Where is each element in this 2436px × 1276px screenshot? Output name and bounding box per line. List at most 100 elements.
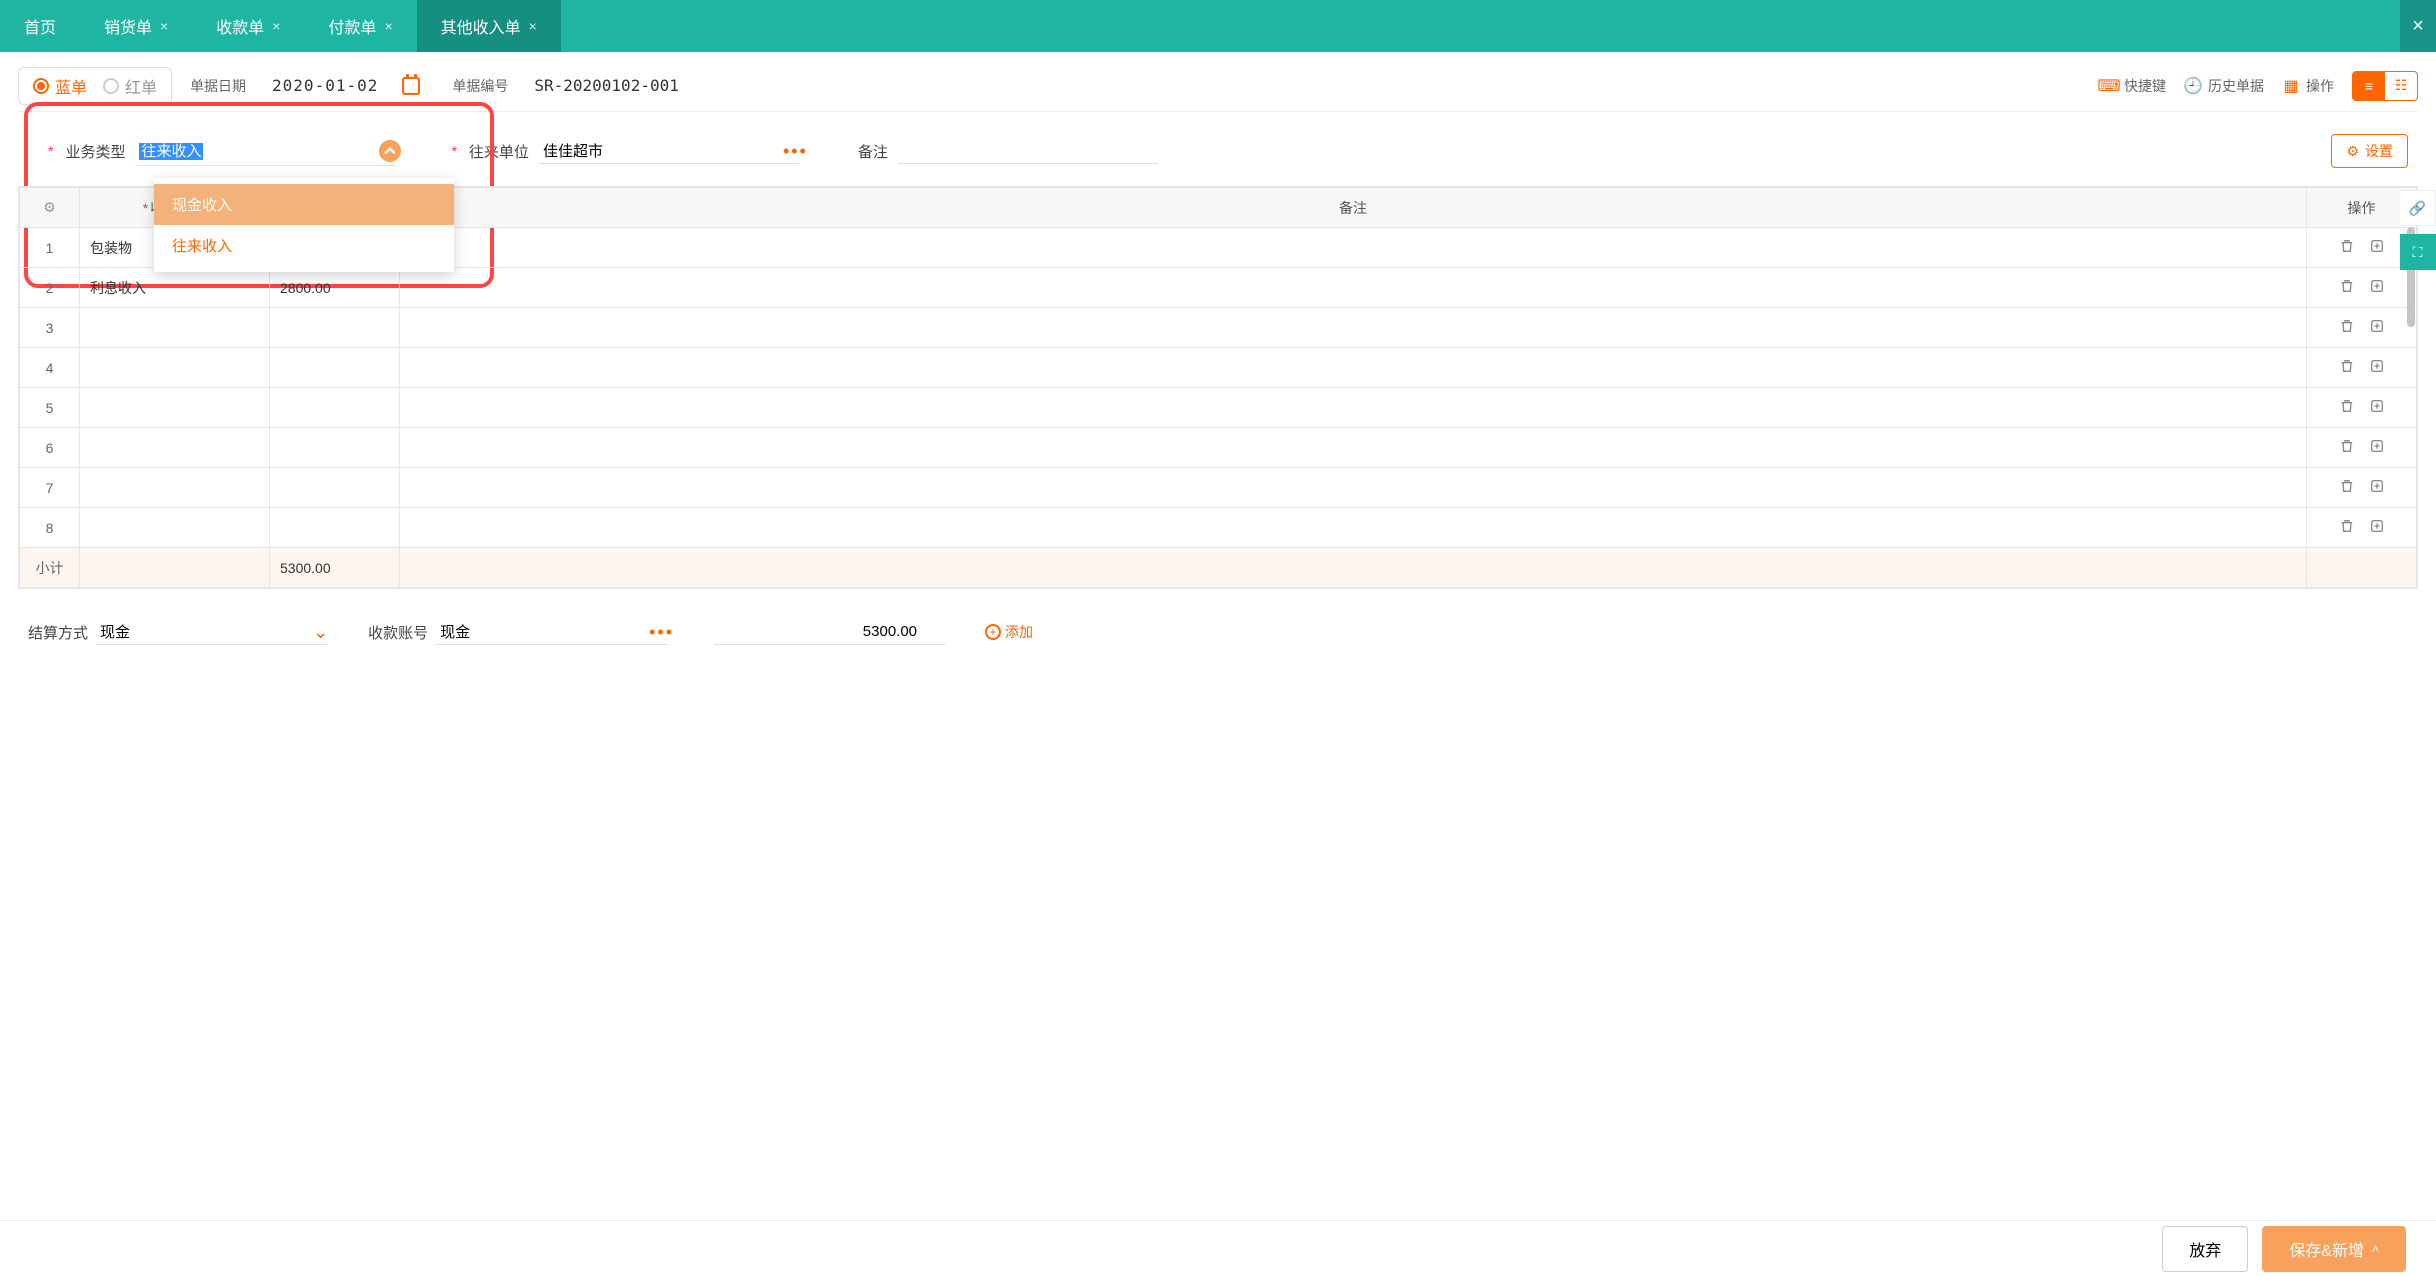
row-index: 1: [20, 228, 80, 268]
settle-amount-input[interactable]: [714, 619, 945, 645]
row-delete-button[interactable]: [2339, 518, 2355, 537]
cell-amount[interactable]: [270, 348, 400, 388]
settle-method-label: 结算方式: [28, 622, 88, 643]
row-add-button[interactable]: [2369, 318, 2385, 337]
row-delete-button[interactable]: [2339, 238, 2355, 257]
view-list-button[interactable]: ≡: [2353, 72, 2385, 100]
row-index: 7: [20, 468, 80, 508]
remark-field: 备注: [858, 138, 1158, 164]
close-icon[interactable]: ×: [160, 18, 168, 34]
row-index: 5: [20, 388, 80, 428]
biz-type-label: 业务类型: [65, 141, 125, 162]
row-add-button[interactable]: [2369, 278, 2385, 297]
cell-remark[interactable]: [400, 268, 2307, 308]
settle-account-input[interactable]: [436, 619, 667, 645]
calendar-icon[interactable]: [402, 77, 420, 95]
row-delete-button[interactable]: [2339, 438, 2355, 457]
panel-close-button[interactable]: ×: [2400, 0, 2436, 52]
cell-income-cat[interactable]: [80, 468, 270, 508]
row-add-button[interactable]: [2369, 398, 2385, 417]
row-delete-button[interactable]: [2339, 318, 2355, 337]
grid-icon: ▦: [2282, 77, 2300, 95]
save-and-new-button[interactable]: 保存&新增˄: [2262, 1226, 2406, 1272]
history-icon: 🕘: [2184, 77, 2202, 95]
cell-amount[interactable]: 2800.00: [270, 268, 400, 308]
cell-remark[interactable]: [400, 308, 2307, 348]
tab-receipt[interactable]: 收款单×: [192, 0, 304, 52]
settle-method-input[interactable]: [96, 619, 327, 645]
date-value[interactable]: 2020-01-02: [272, 76, 378, 95]
row-add-button[interactable]: [2369, 238, 2385, 257]
cell-amount[interactable]: [270, 388, 400, 428]
cell-amount[interactable]: [270, 428, 400, 468]
row-delete-button[interactable]: [2339, 398, 2355, 417]
ops-button[interactable]: ▦操作: [2282, 76, 2334, 96]
history-button[interactable]: 🕘历史单据: [2184, 76, 2264, 96]
row-add-button[interactable]: [2369, 438, 2385, 457]
radio-blue[interactable]: 蓝单: [33, 74, 87, 98]
cell-remark[interactable]: [400, 468, 2307, 508]
lookup-icon[interactable]: •••: [783, 141, 808, 162]
radio-red[interactable]: 红单: [103, 74, 157, 98]
remark-label: 备注: [858, 141, 888, 162]
remark-input[interactable]: [898, 138, 1158, 164]
cell-amount[interactable]: [270, 468, 400, 508]
keyboard-icon: ⌨: [2100, 77, 2118, 95]
tab-sales-order[interactable]: 销货单×: [80, 0, 192, 52]
side-rail: 🔗 ⛶: [2400, 190, 2436, 270]
biz-type-input[interactable]: 往来收入: [135, 136, 395, 166]
col-config[interactable]: ⚙: [20, 188, 80, 228]
cell-remark[interactable]: [400, 228, 2307, 268]
close-icon[interactable]: ×: [529, 18, 537, 34]
cell-amount[interactable]: [270, 508, 400, 548]
party-input[interactable]: [539, 138, 799, 164]
cell-income-cat[interactable]: 利息收入: [80, 268, 270, 308]
gear-icon: ⚙: [2346, 143, 2359, 160]
row-index: 8: [20, 508, 80, 548]
cell-income-cat[interactable]: [80, 388, 270, 428]
dropdown-option-ar-income[interactable]: 往来收入: [154, 225, 454, 266]
cell-remark[interactable]: [400, 428, 2307, 468]
discard-button[interactable]: 放弃: [2162, 1226, 2248, 1272]
row-delete-button[interactable]: [2339, 478, 2355, 497]
close-icon[interactable]: ×: [384, 18, 392, 34]
docno-value: SR-20200102-001: [534, 76, 679, 95]
row-delete-button[interactable]: [2339, 358, 2355, 377]
row-index: 4: [20, 348, 80, 388]
lookup-icon[interactable]: •••: [649, 622, 674, 643]
dropdown-option-cash-income[interactable]: 现金收入: [154, 184, 454, 225]
cell-income-cat[interactable]: [80, 428, 270, 468]
row-add-button[interactable]: [2369, 478, 2385, 497]
cell-remark[interactable]: [400, 388, 2307, 428]
close-icon[interactable]: ×: [272, 18, 280, 34]
row-index: 6: [20, 428, 80, 468]
row-delete-button[interactable]: [2339, 278, 2355, 297]
chevron-down-icon[interactable]: ⌄: [313, 622, 328, 643]
cell-amount[interactable]: [270, 308, 400, 348]
tab-other-income[interactable]: 其他收入单×: [417, 0, 561, 52]
cell-income-cat[interactable]: [80, 348, 270, 388]
settings-button[interactable]: ⚙ 设置: [2331, 134, 2408, 168]
order-color-radio: 蓝单 红单: [18, 67, 172, 105]
row-add-button[interactable]: [2369, 518, 2385, 537]
party-label: 往来单位: [469, 141, 529, 162]
cell-income-cat[interactable]: [80, 308, 270, 348]
biz-type-dropdown: 现金收入 往来收入: [154, 178, 454, 272]
party-field: * 往来单位 •••: [451, 138, 807, 164]
expand-button[interactable]: ⛶: [2400, 234, 2436, 270]
cell-remark[interactable]: [400, 508, 2307, 548]
view-detail-button[interactable]: ☷: [2385, 72, 2417, 100]
required-marker: *: [451, 143, 456, 159]
view-toggle: ≡ ☷: [2352, 71, 2418, 101]
chevron-up-icon[interactable]: [379, 140, 401, 162]
cell-remark[interactable]: [400, 348, 2307, 388]
subtotal-amount: 5300.00: [270, 548, 400, 588]
add-settlement-button[interactable]: + 添加: [985, 622, 1033, 642]
cell-income-cat[interactable]: [80, 508, 270, 548]
tab-payment[interactable]: 付款单×: [304, 0, 416, 52]
attachment-button[interactable]: 🔗: [2400, 190, 2436, 226]
row-add-button[interactable]: [2369, 358, 2385, 377]
required-marker: *: [48, 143, 53, 159]
tab-home[interactable]: 首页: [0, 0, 80, 52]
shortcut-button[interactable]: ⌨快捷键: [2100, 76, 2166, 96]
